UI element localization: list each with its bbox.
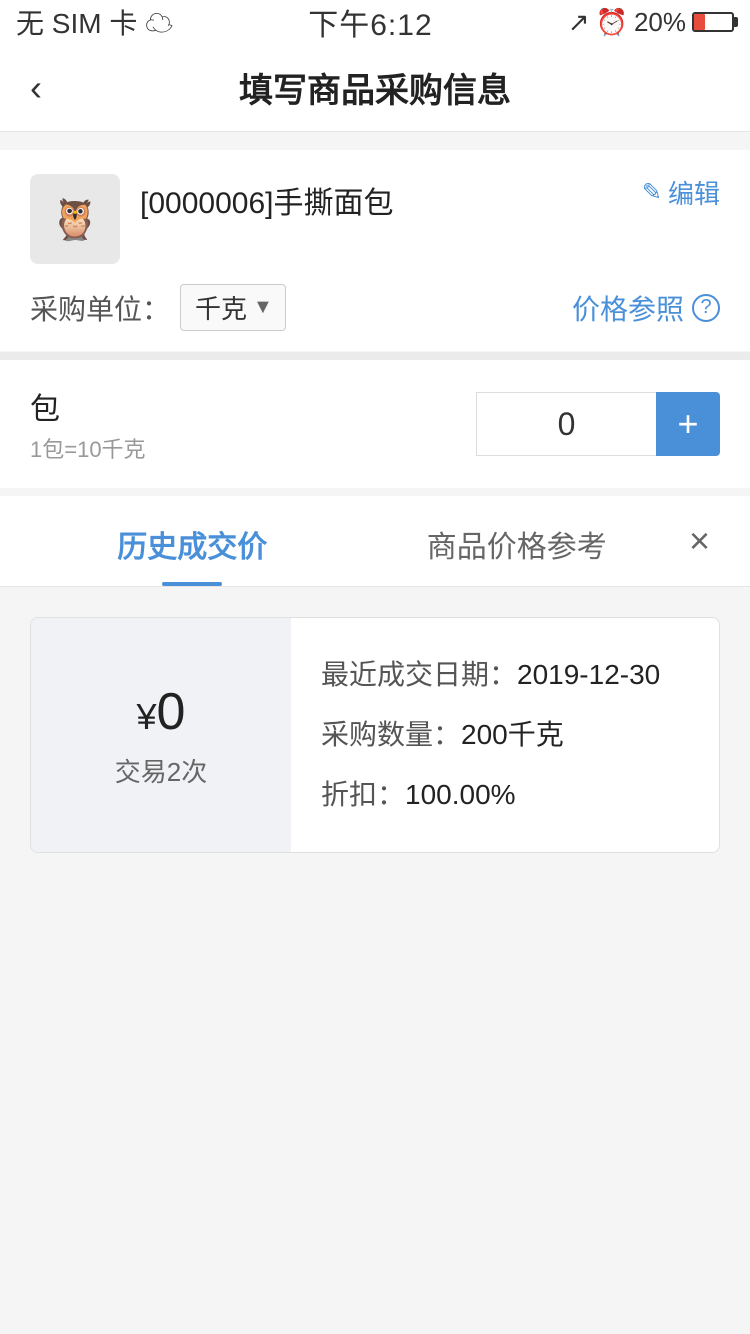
battery-icon [692,12,734,32]
tab-history-price[interactable]: 历史成交价 [30,496,354,586]
currency-symbol: ¥ [137,696,157,737]
signal-text: 无 SIM 卡 ☁ [16,2,173,42]
quantity-label-wrap: 包 1包=10千克 [30,384,146,464]
qty-unit-label: 包 [30,384,146,428]
nav-bar: ‹ 填写商品采购信息 [0,44,750,132]
price-ref-button[interactable]: 价格参照 ? [572,288,720,328]
product-info: [0000006]手撕面包 [140,174,393,222]
price-ref-help-icon: ? [692,294,720,322]
tab-close-button[interactable]: × [679,513,720,569]
price-info-card: ¥0 交易2次 最近成交日期：2019-12-30 采购数量：200千克 折扣：… [30,617,720,853]
product-thumbnail-icon: 🦉 [50,196,100,243]
qty-detail-value: 200千克 [461,719,564,750]
price-number: 0 [157,683,186,741]
qty-plus-button[interactable]: + [656,392,720,456]
qty-input[interactable] [476,392,656,456]
status-left: 无 SIM 卡 ☁ [16,2,173,42]
location-icon: ↗ [568,7,590,38]
main-content: 🦉 [0000006]手撕面包 ✎ 编辑 采购单位： 千克 ▼ 价格参照 [0,150,750,950]
alarm-icon: ⏰ [596,7,628,38]
page-title: 填写商品采购信息 [239,63,511,112]
product-image: 🦉 [30,174,120,264]
qty-conversion-label: 1包=10千克 [30,432,146,464]
product-left: 🦉 [0000006]手撕面包 [30,174,393,264]
recent-date-label: 最近成交日期： [321,659,517,690]
tab-bar: 历史成交价 商品价格参考 × [0,496,750,587]
edit-label: 编辑 [668,174,720,211]
product-name: [0000006]手撕面包 [140,178,393,222]
tab-product-price-ref[interactable]: 商品价格参考 [354,496,678,586]
price-ref-label: 价格参照 [572,288,684,328]
recent-date-value: 2019-12-30 [517,659,660,690]
qty-row: 采购数量：200千克 [321,714,689,756]
unit-label: 采购单位： [30,288,170,328]
price-info-section: ¥0 交易2次 最近成交日期：2019-12-30 采购数量：200千克 折扣：… [0,587,750,883]
unit-select[interactable]: 千克 ▼ [180,284,286,331]
qty-detail-label: 采购数量： [321,719,461,750]
recent-date-row: 最近成交日期：2019-12-30 [321,654,689,696]
unit-selector-group: 采购单位： 千克 ▼ [30,284,286,331]
product-unit-row: 采购单位： 千克 ▼ 价格参照 ? [30,284,720,331]
unit-value: 千克 [195,289,247,326]
dropdown-arrow-icon: ▼ [253,296,273,319]
edit-icon: ✎ [642,178,662,207]
price-summary-panel: ¥0 交易2次 [31,618,291,852]
product-card: 🦉 [0000006]手撕面包 ✎ 编辑 采购单位： 千克 ▼ 价格参照 [0,150,750,351]
quantity-row: 包 1包=10千克 + [0,352,750,488]
discount-row: 折扣：100.00% [321,774,689,816]
status-right: ↗ ⏰ 20% [568,7,734,38]
status-bar: 无 SIM 卡 ☁ 下午6:12 ↗ ⏰ 20% [0,0,750,44]
battery-percent: 20% [634,7,686,38]
discount-value: 100.00% [405,779,516,810]
price-display: ¥0 [137,682,186,742]
back-button[interactable]: ‹ [30,57,52,119]
tx-count: 交易2次 [115,752,207,789]
product-header: 🦉 [0000006]手撕面包 ✎ 编辑 [30,174,720,264]
discount-label: 折扣： [321,779,405,810]
price-detail-panel: 最近成交日期：2019-12-30 采购数量：200千克 折扣：100.00% [291,618,719,852]
status-time: 下午6:12 [308,0,432,44]
edit-button[interactable]: ✎ 编辑 [642,174,720,211]
qty-input-wrap: + [476,392,720,456]
